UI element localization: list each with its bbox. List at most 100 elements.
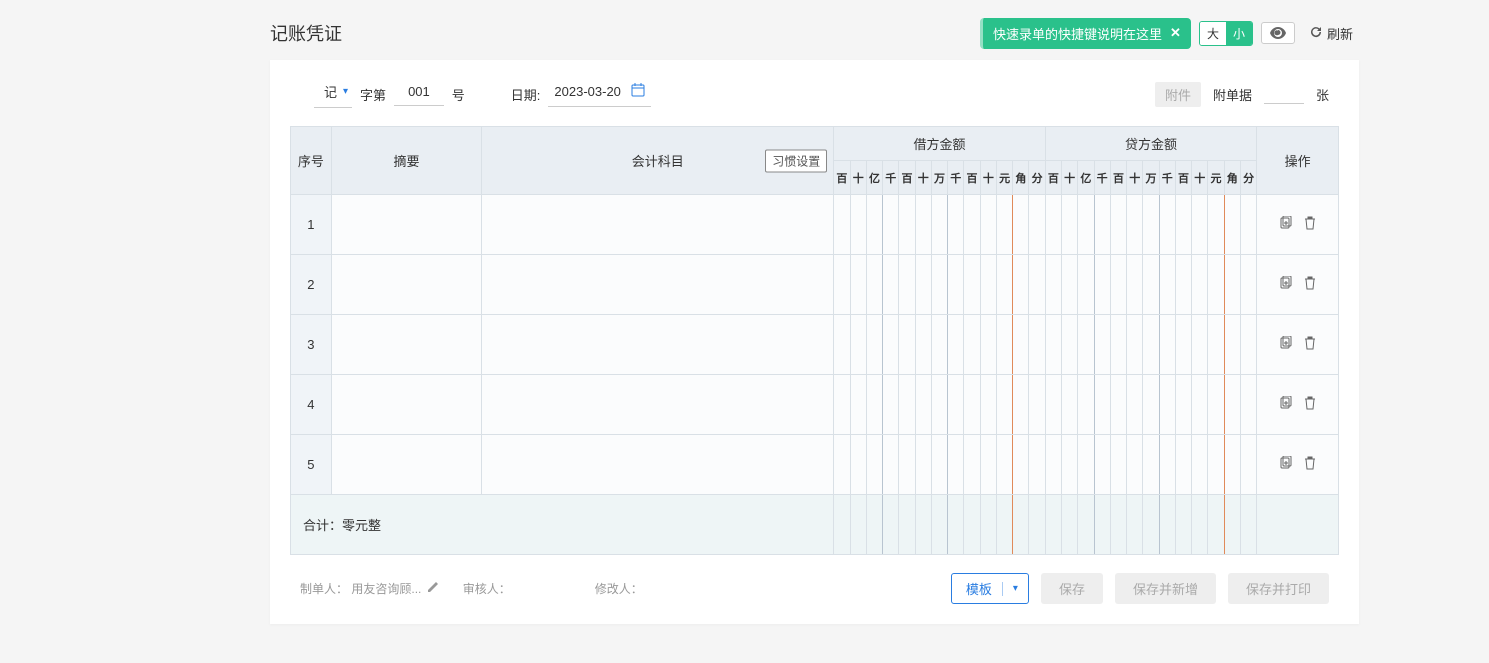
amount-digit-cell[interactable] [1110,315,1126,375]
edit-icon[interactable] [427,582,439,596]
amount-digit-cell[interactable] [899,375,915,435]
amount-digit-cell[interactable] [980,315,996,375]
amount-digit-cell[interactable] [866,315,882,375]
amount-digit-cell[interactable] [883,435,899,495]
amount-digit-cell[interactable] [948,195,964,255]
amount-digit-cell[interactable] [1159,195,1175,255]
amount-digit-cell[interactable] [931,255,947,315]
account-cell[interactable] [482,255,834,315]
size-large-button[interactable]: 大 [1200,22,1226,45]
amount-digit-cell[interactable] [1127,195,1143,255]
amount-digit-cell[interactable] [1127,315,1143,375]
amount-digit-cell[interactable] [996,435,1012,495]
amount-digit-cell[interactable] [1013,375,1029,435]
summary-cell[interactable] [331,315,482,375]
amount-digit-cell[interactable] [1094,315,1110,375]
amount-digit-cell[interactable] [915,435,931,495]
amount-digit-cell[interactable] [996,195,1012,255]
amount-digit-cell[interactable] [1078,375,1094,435]
amount-digit-cell[interactable] [1224,255,1240,315]
amount-digit-cell[interactable] [1143,315,1159,375]
summary-cell[interactable] [331,375,482,435]
amount-digit-cell[interactable] [834,195,850,255]
amount-digit-cell[interactable] [980,375,996,435]
amount-digit-cell[interactable] [1045,375,1061,435]
amount-digit-cell[interactable] [1224,375,1240,435]
amount-digit-cell[interactable] [1045,195,1061,255]
amount-digit-cell[interactable] [850,315,866,375]
copy-row-icon[interactable] [1279,396,1293,413]
summary-input[interactable] [332,195,482,254]
amount-digit-cell[interactable] [915,375,931,435]
amount-digit-cell[interactable] [1013,435,1029,495]
voucher-no-input[interactable]: 001 [394,82,444,106]
delete-row-icon[interactable] [1303,216,1317,233]
amount-digit-cell[interactable] [1240,435,1256,495]
amount-digit-cell[interactable] [1240,315,1256,375]
amount-digit-cell[interactable] [1175,195,1191,255]
amount-digit-cell[interactable] [1029,375,1045,435]
amount-digit-cell[interactable] [996,375,1012,435]
amount-digit-cell[interactable] [1208,195,1224,255]
amount-digit-cell[interactable] [915,195,931,255]
amount-digit-cell[interactable] [866,435,882,495]
template-button[interactable]: 模板 ▾ [951,573,1029,604]
amount-digit-cell[interactable] [1208,435,1224,495]
amount-digit-cell[interactable] [915,255,931,315]
amount-digit-cell[interactable] [1045,435,1061,495]
amount-digit-cell[interactable] [1110,375,1126,435]
amount-digit-cell[interactable] [948,435,964,495]
copy-row-icon[interactable] [1279,456,1293,473]
amount-digit-cell[interactable] [980,195,996,255]
amount-digit-cell[interactable] [948,315,964,375]
amount-digit-cell[interactable] [883,375,899,435]
amount-digit-cell[interactable] [1029,435,1045,495]
summary-cell[interactable] [331,255,482,315]
amount-digit-cell[interactable] [1208,255,1224,315]
amount-digit-cell[interactable] [996,255,1012,315]
copy-row-icon[interactable] [1279,336,1293,353]
amount-digit-cell[interactable] [964,375,980,435]
delete-row-icon[interactable] [1303,336,1317,353]
save-button[interactable]: 保存 [1041,573,1103,604]
amount-digit-cell[interactable] [883,255,899,315]
amount-digit-cell[interactable] [964,435,980,495]
amount-digit-cell[interactable] [850,195,866,255]
amount-digit-cell[interactable] [1029,195,1045,255]
amount-digit-cell[interactable] [1094,435,1110,495]
amount-digit-cell[interactable] [1143,255,1159,315]
amount-digit-cell[interactable] [1175,375,1191,435]
amount-digit-cell[interactable] [931,315,947,375]
amount-digit-cell[interactable] [1127,375,1143,435]
amount-digit-cell[interactable] [1127,435,1143,495]
amount-digit-cell[interactable] [1094,375,1110,435]
amount-digit-cell[interactable] [1062,375,1078,435]
amount-digit-cell[interactable] [899,315,915,375]
account-cell[interactable] [482,195,834,255]
voucher-type-select[interactable]: 记 ▾ [314,80,352,108]
amount-digit-cell[interactable] [899,435,915,495]
copy-row-icon[interactable] [1279,216,1293,233]
amount-digit-cell[interactable] [915,315,931,375]
amount-digit-cell[interactable] [834,375,850,435]
amount-digit-cell[interactable] [1143,375,1159,435]
amount-digit-cell[interactable] [1192,195,1208,255]
amount-digit-cell[interactable] [1078,255,1094,315]
amount-digit-cell[interactable] [1143,195,1159,255]
amount-digit-cell[interactable] [996,315,1012,375]
amount-digit-cell[interactable] [834,315,850,375]
amount-digit-cell[interactable] [1159,375,1175,435]
amount-digit-cell[interactable] [1175,315,1191,375]
amount-digit-cell[interactable] [1224,195,1240,255]
refresh-button[interactable]: 刷新 [1303,20,1359,47]
date-picker[interactable]: 2023-03-20 [548,81,651,107]
amount-digit-cell[interactable] [1110,255,1126,315]
amount-digit-cell[interactable] [964,195,980,255]
summary-cell[interactable] [331,435,482,495]
amount-digit-cell[interactable] [1013,315,1029,375]
delete-row-icon[interactable] [1303,456,1317,473]
amount-digit-cell[interactable] [866,255,882,315]
amount-digit-cell[interactable] [980,255,996,315]
amount-digit-cell[interactable] [1192,255,1208,315]
amount-digit-cell[interactable] [1240,255,1256,315]
